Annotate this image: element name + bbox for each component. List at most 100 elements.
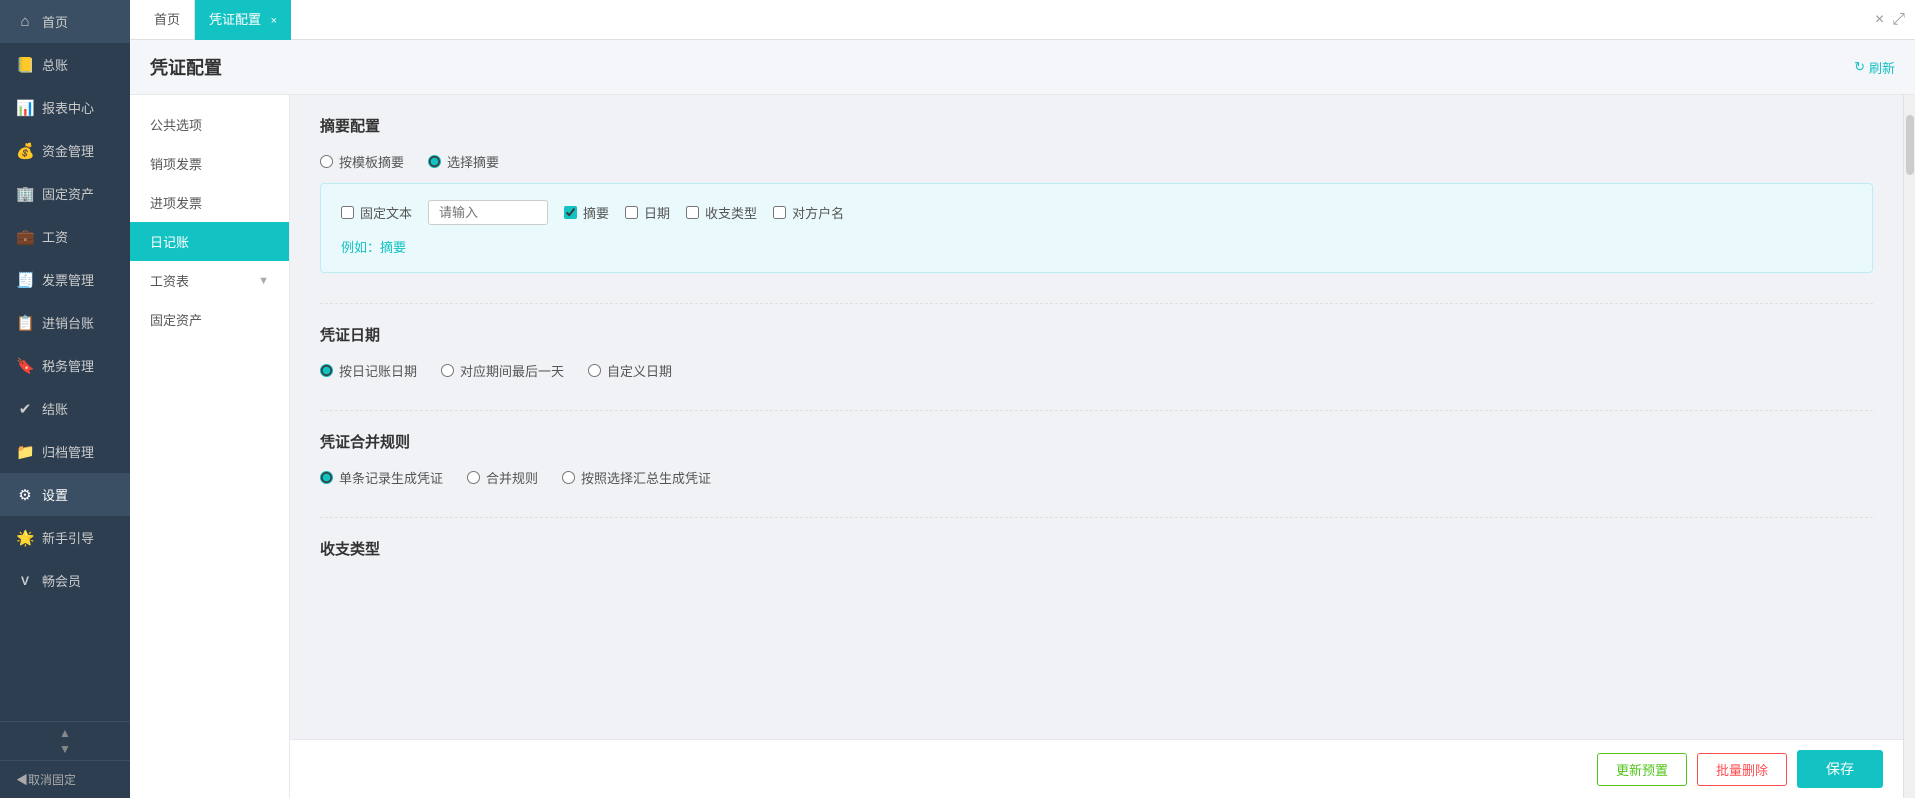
- left-nav-sales[interactable]: 销项发票: [130, 144, 289, 183]
- checkbox-counterpart-label[interactable]: 对方户名: [773, 203, 844, 222]
- summary-radio-group: 按模板摘要 选择摘要: [320, 152, 1873, 171]
- refresh-icon: ↻: [1854, 59, 1865, 75]
- update-preview-button[interactable]: 更新预置: [1597, 753, 1687, 786]
- divider-1: [320, 303, 1873, 304]
- tab-home[interactable]: 首页: [140, 0, 195, 40]
- left-nav-fixed-assets[interactable]: 固定资产: [130, 300, 289, 339]
- ledger-icon: 📒: [16, 56, 34, 74]
- summary-options-row: 固定文本 摘要 日期: [341, 200, 1852, 225]
- left-nav-payroll-table[interactable]: 工资表 ▼: [130, 261, 289, 300]
- sidebar: ⌂ 首页 📒 总账 📊 报表中心 💰 资金管理 🏢 固定资产 💼 工资 🧾 发票…: [0, 0, 130, 798]
- save-button[interactable]: 保存: [1797, 750, 1883, 788]
- tab-voucher-config[interactable]: 凭证配置 ×: [195, 0, 291, 40]
- archive-icon: 📁: [16, 443, 34, 461]
- checkbox-fixed-text[interactable]: [341, 206, 354, 219]
- radio-select-label[interactable]: 选择摘要: [428, 152, 499, 171]
- radio-single-label[interactable]: 单条记录生成凭证: [320, 468, 443, 487]
- tax-icon: 🔖: [16, 357, 34, 375]
- voucher-date-title: 凭证日期: [320, 324, 1873, 345]
- content-area: 公共选项 销项发票 进项发票 日记账 工资表 ▼ 固定资产: [130, 95, 1915, 798]
- sidebar-item-archive[interactable]: 📁 归档管理: [0, 430, 130, 473]
- tab-bar-right: × ⤢: [1875, 11, 1905, 29]
- scrollbar-thumb[interactable]: [1906, 115, 1914, 175]
- checkbox-fixed-text-label[interactable]: 固定文本: [341, 203, 412, 222]
- left-nav-public[interactable]: 公共选项: [130, 105, 289, 144]
- radio-custom-date[interactable]: [588, 364, 601, 377]
- checkbox-income-type-label[interactable]: 收支类型: [686, 203, 757, 222]
- sidebar-item-purchase-sale[interactable]: 📋 进销台账: [0, 301, 130, 344]
- settings-icon: ⚙: [16, 486, 34, 504]
- bottom-action-bar: 更新预置 批量删除 保存: [290, 739, 1903, 798]
- radio-merge-label[interactable]: 合并规则: [467, 468, 538, 487]
- tab-bar: 首页 凭证配置 × × ⤢: [130, 0, 1915, 40]
- page-title: 凭证配置: [150, 54, 222, 80]
- sidebar-item-funds[interactable]: 💰 资金管理: [0, 129, 130, 172]
- radio-custom-date-label[interactable]: 自定义日期: [588, 361, 672, 380]
- sidebar-item-assets[interactable]: 🏢 固定资产: [0, 172, 130, 215]
- radio-period-last[interactable]: [441, 364, 454, 377]
- tab-close-button[interactable]: ×: [271, 15, 277, 27]
- left-nav: 公共选项 销项发票 进项发票 日记账 工资表 ▼ 固定资产: [130, 95, 290, 798]
- sidebar-scroll-up[interactable]: ▲: [59, 726, 71, 740]
- invoice-mgmt-icon: 🧾: [16, 271, 34, 289]
- window-close-button[interactable]: ×: [1875, 11, 1884, 29]
- voucher-date-radio-group: 按日记账日期 对应期间最后一天 自定义日期: [320, 361, 1873, 380]
- voucher-date-section: 凭证日期 按日记账日期 对应期间最后一天: [320, 324, 1873, 380]
- main-area: 首页 凭证配置 × × ⤢ 凭证配置 ↻ 刷新 公共选项: [130, 0, 1915, 798]
- scrollable-content: 摘要配置 按模板摘要 选择摘要: [290, 95, 1903, 739]
- checkbox-abstract-label[interactable]: 摘要: [564, 203, 609, 222]
- payroll-icon: 💼: [16, 228, 34, 246]
- sidebar-item-reports[interactable]: 📊 报表中心: [0, 86, 130, 129]
- radio-journal-date-label[interactable]: 按日记账日期: [320, 361, 417, 380]
- checkbox-abstract[interactable]: [564, 206, 577, 219]
- checkbox-income-type[interactable]: [686, 206, 699, 219]
- summary-config-box: 固定文本 摘要 日期: [320, 183, 1873, 273]
- sidebar-item-payroll[interactable]: 💼 工资: [0, 215, 130, 258]
- sidebar-scroll: ⌂ 首页 📒 总账 📊 报表中心 💰 资金管理 🏢 固定资产 💼 工资 🧾 发票…: [0, 0, 130, 721]
- radio-merge[interactable]: [467, 471, 480, 484]
- sidebar-item-settings[interactable]: ⚙ 设置: [0, 473, 130, 516]
- sidebar-item-member[interactable]: V 畅会员: [0, 559, 130, 602]
- divider-2: [320, 410, 1873, 411]
- radio-journal-date[interactable]: [320, 364, 333, 377]
- reports-icon: 📊: [16, 99, 34, 117]
- radio-summary[interactable]: [562, 471, 575, 484]
- home-icon: ⌂: [16, 13, 34, 30]
- batch-delete-button[interactable]: 批量删除: [1697, 753, 1787, 786]
- summary-config-title: 摘要配置: [320, 115, 1873, 136]
- divider-3: [320, 517, 1873, 518]
- radio-single[interactable]: [320, 471, 333, 484]
- right-panel: 摘要配置 按模板摘要 选择摘要: [290, 95, 1903, 798]
- checkbox-counterpart[interactable]: [773, 206, 786, 219]
- example-text: 例如：摘要: [341, 237, 1852, 256]
- income-type-section: 收支类型: [320, 538, 1873, 559]
- sidebar-item-ledger[interactable]: 📒 总账: [0, 43, 130, 86]
- purchase-sale-icon: 📋: [16, 314, 34, 332]
- radio-summary-label[interactable]: 按照选择汇总生成凭证: [562, 468, 711, 487]
- guide-icon: 🌟: [16, 529, 34, 547]
- fixed-text-input[interactable]: [428, 200, 548, 225]
- radio-template[interactable]: [320, 155, 333, 168]
- left-nav-purchase[interactable]: 进项发票: [130, 183, 289, 222]
- refresh-button[interactable]: ↻ 刷新: [1854, 58, 1895, 77]
- checkout-icon: ✔: [16, 400, 34, 418]
- window-maximize-button[interactable]: ⤢: [1892, 11, 1905, 29]
- radio-period-last-label[interactable]: 对应期间最后一天: [441, 361, 564, 380]
- sidebar-item-guide[interactable]: 🌟 新手引导: [0, 516, 130, 559]
- voucher-merge-section: 凭证合并规则 单条记录生成凭证 合并规则: [320, 431, 1873, 487]
- left-nav-journal[interactable]: 日记账: [130, 222, 289, 261]
- sidebar-item-tax[interactable]: 🔖 税务管理: [0, 344, 130, 387]
- member-icon: V: [16, 574, 34, 588]
- scrollbar: [1903, 95, 1915, 798]
- sidebar-item-home[interactable]: ⌂ 首页: [0, 0, 130, 43]
- funds-icon: 💰: [16, 142, 34, 160]
- sidebar-item-checkout[interactable]: ✔ 结账: [0, 387, 130, 430]
- checkbox-date-label[interactable]: 日期: [625, 203, 670, 222]
- income-type-title: 收支类型: [320, 538, 1873, 559]
- radio-select[interactable]: [428, 155, 441, 168]
- radio-template-label[interactable]: 按模板摘要: [320, 152, 404, 171]
- sidebar-unpin-button[interactable]: ◀取消固定: [0, 760, 130, 798]
- sidebar-item-invoice-mgmt[interactable]: 🧾 发票管理: [0, 258, 130, 301]
- checkbox-date[interactable]: [625, 206, 638, 219]
- sidebar-scroll-down[interactable]: ▼: [59, 742, 71, 756]
